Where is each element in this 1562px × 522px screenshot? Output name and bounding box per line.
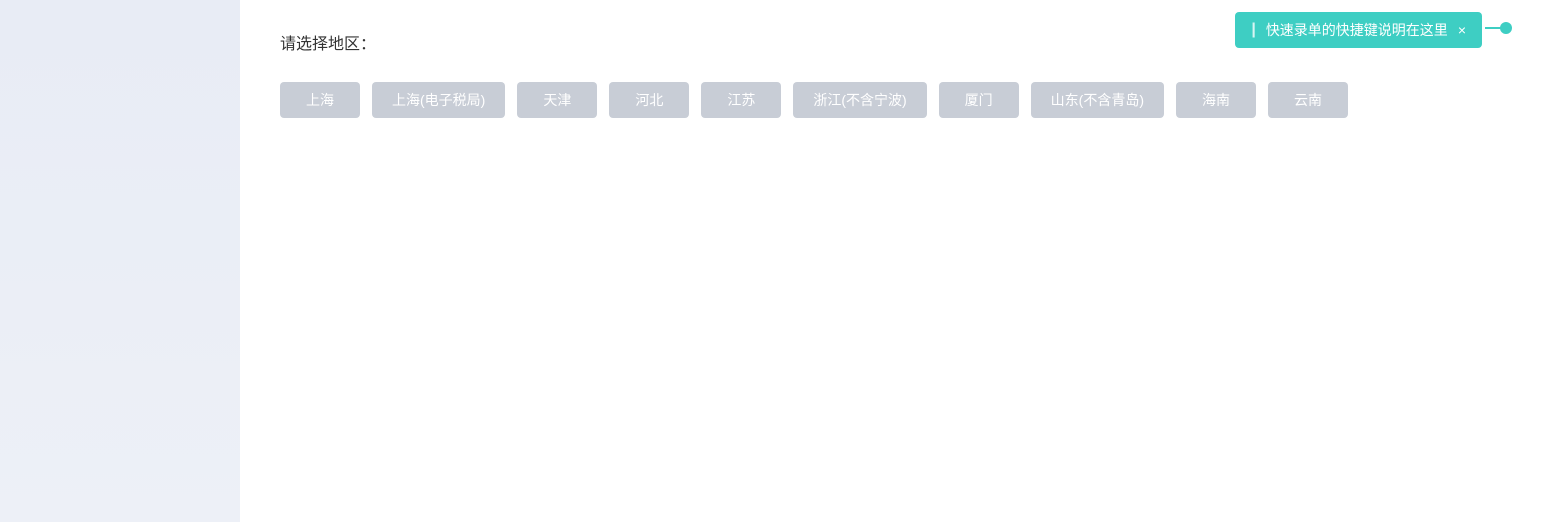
region-button-tianjin[interactable]: 天津 (517, 82, 597, 118)
region-button-zhejiang[interactable]: 浙江(不含宁波) (793, 82, 926, 118)
region-buttons-container: 上海上海(电子税局) 天津河北江苏浙江(不含宁波) 厦门山东(不含青岛) 海南云南 (280, 82, 1522, 118)
region-button-jiangsu[interactable]: 江苏 (701, 82, 781, 118)
region-button-shanghai[interactable]: 上海 (280, 82, 360, 118)
tooltip-text: 快速录单的快捷键说明在这里 (1266, 20, 1448, 40)
sidebar (0, 0, 240, 522)
tooltip-connector-dot (1500, 22, 1512, 34)
main-content: 请选择地区： 上海上海(电子税局)天津河北江苏浙江(不含宁波)厦门山东(不含青岛… (240, 0, 1562, 522)
region-button-yunnan[interactable]: 云南 (1268, 82, 1348, 118)
region-button-xiamen[interactable]: 厦门 (939, 82, 1019, 118)
tooltip-close-button[interactable]: × (1458, 23, 1466, 37)
region-button-shanghai-etax[interactable]: 上海(电子税局) (372, 82, 505, 118)
region-button-hebei[interactable]: 河北 (609, 82, 689, 118)
region-button-shandong[interactable]: 山东(不含青岛) (1031, 82, 1164, 118)
tooltip-banner: 快速录单的快捷键说明在这里 × (1235, 12, 1482, 48)
region-button-hainan[interactable]: 海南 (1176, 82, 1256, 118)
